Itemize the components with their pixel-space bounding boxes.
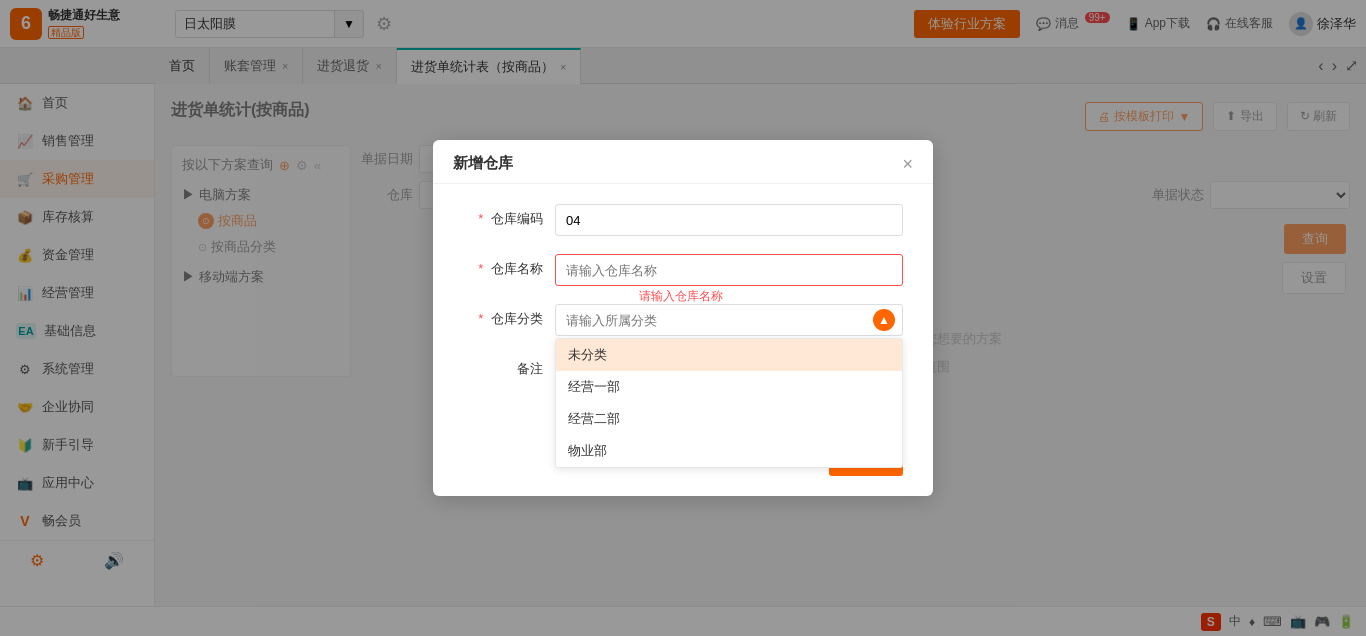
category-input[interactable] — [555, 304, 903, 336]
modal-close-btn[interactable]: × — [902, 155, 913, 173]
note-label: 备注 — [463, 354, 543, 378]
name-label: * 仓库名称 — [463, 254, 543, 278]
add-warehouse-modal: 新增仓库 × * 仓库编码 * 仓库名称 请输入仓库名称 * — [433, 140, 933, 496]
dropdown-item-ops1[interactable]: 经营一部 — [556, 371, 902, 403]
dropdown-item-ops2[interactable]: 经营二部 — [556, 403, 902, 435]
name-input[interactable] — [555, 254, 903, 286]
form-row-category: * 仓库分类 ▲ 未分类 经营一部 经营二部 物业部 — [463, 304, 903, 336]
dropdown-item-uncategorized[interactable]: 未分类 — [556, 339, 902, 371]
category-label: * 仓库分类 — [463, 304, 543, 328]
code-input[interactable] — [555, 204, 903, 236]
modal-title: 新增仓库 — [453, 154, 513, 173]
code-label: * 仓库编码 — [463, 204, 543, 228]
category-dropdown-arrow[interactable]: ▲ — [873, 309, 895, 331]
category-dropdown-list: 未分类 经营一部 经营二部 物业部 — [555, 338, 903, 468]
name-error-msg: 请输入仓库名称 — [639, 288, 723, 305]
modal-header: 新增仓库 × — [433, 140, 933, 184]
modal-body: * 仓库编码 * 仓库名称 请输入仓库名称 * 仓库分类 ▲ — [433, 184, 933, 414]
form-row-code: * 仓库编码 — [463, 204, 903, 236]
dropdown-item-property[interactable]: 物业部 — [556, 435, 902, 467]
form-row-name: * 仓库名称 请输入仓库名称 — [463, 254, 903, 286]
